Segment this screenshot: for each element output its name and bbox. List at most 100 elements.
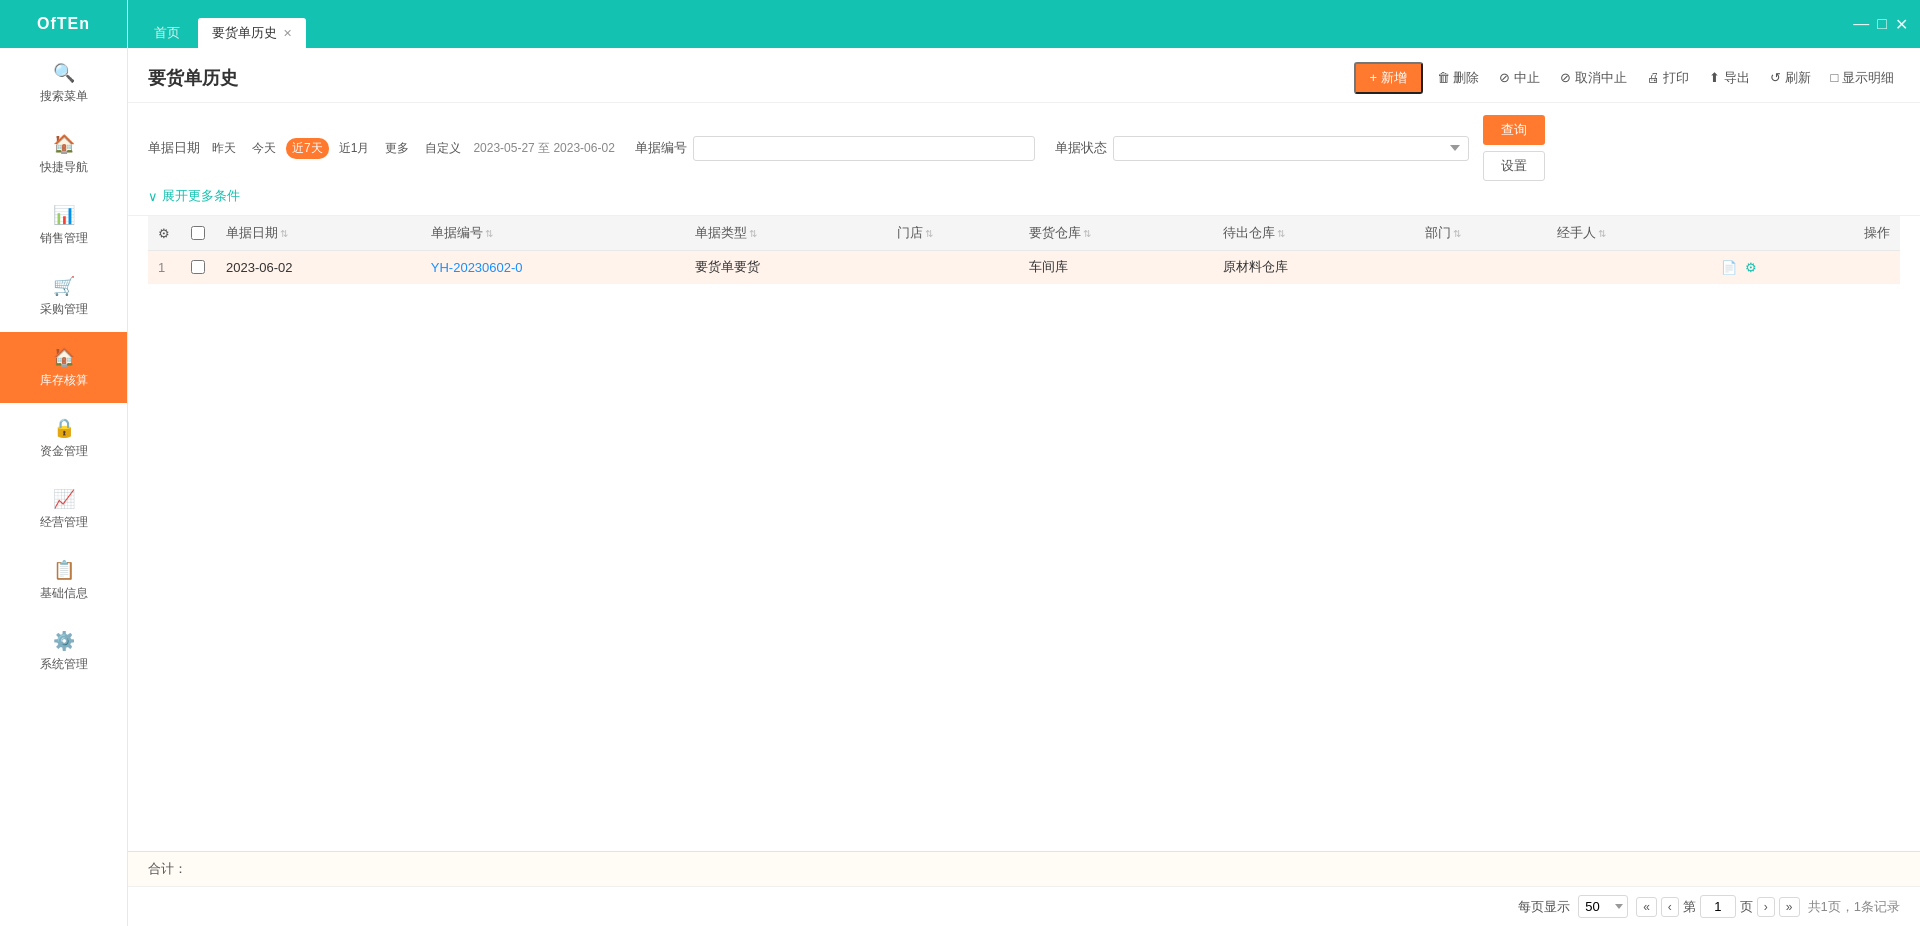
status-filter: 单据状态 [1055,136,1455,161]
doc-number-input[interactable] [693,136,1035,161]
doc-number-filter: 单据编号 [635,136,1035,161]
topnav-tab-0[interactable]: 首页 [140,18,194,48]
purchase-icon: 🛒 [53,275,75,297]
cancel-stop-button[interactable]: ⊘ 取消中止 [1554,65,1633,91]
refresh-button[interactable]: ↺ 刷新 [1764,65,1817,91]
topnav-tab-1[interactable]: 要货单历史✕ [198,18,306,48]
row-more-icon-0[interactable]: ⚙ [1745,260,1757,275]
window-actions: — □ ✕ [1853,15,1908,34]
sidebar-item-finance[interactable]: 🔒 资金管理 [0,403,127,474]
print-button[interactable]: 🖨 打印 [1641,65,1696,91]
query-button[interactable]: 查询 [1483,115,1545,145]
page-input[interactable] [1700,895,1736,918]
date-sort-icon[interactable]: ⇅ [280,228,288,239]
sidebar-item-operations[interactable]: 📈 经营管理 [0,474,127,545]
sidebar-item-system[interactable]: ⚙️ 系统管理 [0,616,127,687]
show-detail-button[interactable]: □ 显示明细 [1825,65,1900,91]
sidebar-item-purchase[interactable]: 🛒 采购管理 [0,261,127,332]
table-area: ⚙ 单据日期⇅ 单据编号⇅ 单据类型⇅ 门店⇅ 要货仓库⇅ 待出仓库⇅ 部门⇅ … [128,216,1920,851]
last-page-btn[interactable]: » [1779,897,1800,917]
th-store-label: 门店 [897,225,923,240]
date-option-4[interactable]: 更多 [379,138,415,159]
settings-gear-icon[interactable]: ⚙ [158,226,170,241]
row-handler-0 [1547,251,1710,284]
sidebar-item-basic-info[interactable]: 📋 基础信息 [0,545,127,616]
th-pending-warehouse: 待出仓库⇅ [1213,216,1414,251]
th-dept: 部门⇅ [1415,216,1548,251]
page-size-select[interactable]: 50 10 20 100 [1578,895,1628,918]
sidebar-label-quick-nav: 快捷导航 [40,159,88,176]
row-edit-icon-0[interactable]: 📄 [1721,260,1737,275]
type-sort-icon[interactable]: ⇅ [749,228,757,239]
settings-button[interactable]: 设置 [1483,151,1545,181]
doc-number-label: 单据编号 [635,139,687,157]
handler-sort-icon[interactable]: ⇅ [1598,228,1606,239]
status-select[interactable] [1113,136,1469,161]
sidebar-label-finance: 资金管理 [40,443,88,460]
table-header-row: ⚙ 单据日期⇅ 单据编号⇅ 单据类型⇅ 门店⇅ 要货仓库⇅ 待出仓库⇅ 部门⇅ … [148,216,1900,251]
quick-nav-icon: 🏠 [53,133,75,155]
number-sort-icon[interactable]: ⇅ [485,228,493,239]
inventory-icon: 🏠 [53,346,75,368]
first-page-btn[interactable]: « [1636,897,1657,917]
row-checkbox-0[interactable] [191,260,205,274]
sidebar-label-sales: 销售管理 [40,230,88,247]
data-table: ⚙ 单据日期⇅ 单据编号⇅ 单据类型⇅ 门店⇅ 要货仓库⇅ 待出仓库⇅ 部门⇅ … [148,216,1900,284]
tab-close-1[interactable]: ✕ [283,27,292,39]
dept-sort-icon[interactable]: ⇅ [1453,228,1461,239]
filter-bar: 单据日期 昨天今天近7天近1月更多自定义 2023-05-27 至 2023-0… [128,103,1920,216]
sidebar-logo: OfTEn [0,0,127,48]
table-row: 1 2023-06-02 YH-20230602-0 要货单要货 车间库 原材料… [148,251,1900,284]
req-warehouse-sort-icon[interactable]: ⇅ [1083,228,1091,239]
date-filter-label: 单据日期 [148,139,200,157]
row-number-link-0[interactable]: YH-20230602-0 [431,260,523,275]
system-icon: ⚙️ [53,630,75,652]
th-number-label: 单据编号 [431,225,483,240]
table-footer: 合计： [128,851,1920,886]
row-req-warehouse-0: 车间库 [1019,251,1213,284]
th-handler: 经手人⇅ [1547,216,1710,251]
sidebar-item-sales[interactable]: 📊 销售管理 [0,190,127,261]
next-page-btn[interactable]: › [1757,897,1775,917]
th-handler-label: 经手人 [1557,225,1596,240]
table-body: 1 2023-06-02 YH-20230602-0 要货单要货 车间库 原材料… [148,251,1900,284]
date-option-0[interactable]: 昨天 [206,138,242,159]
close-btn[interactable]: ✕ [1895,15,1908,34]
sidebar-label-basic-info: 基础信息 [40,585,88,602]
status-label: 单据状态 [1055,139,1107,157]
pending-warehouse-sort-icon[interactable]: ⇅ [1277,228,1285,239]
select-all-checkbox[interactable] [191,226,205,240]
prev-page-btn[interactable]: ‹ [1661,897,1679,917]
store-sort-icon[interactable]: ⇅ [925,228,933,239]
date-option-1[interactable]: 今天 [246,138,282,159]
date-range-text: 2023-05-27 至 2023-06-02 [473,140,614,157]
summary-label: 合计： [148,861,187,876]
date-option-5[interactable]: 自定义 [419,138,467,159]
row-actions-0: 📄 ⚙ [1711,251,1900,284]
th-pending-warehouse-label: 待出仓库 [1223,225,1275,240]
topnav: 首页要货单历史✕ — □ ✕ [128,0,1920,48]
delete-button[interactable]: 🗑 删除 [1431,65,1486,91]
sidebar-label-operations: 经营管理 [40,514,88,531]
maximize-btn[interactable]: □ [1877,15,1887,33]
sidebar-item-inventory[interactable]: 🏠 库存核算 [0,332,127,403]
th-checkbox [180,216,216,251]
minimize-btn[interactable]: — [1853,15,1869,33]
expand-more-btn[interactable]: ∨ 展开更多条件 [148,187,1900,205]
row-number-0: YH-20230602-0 [421,251,686,284]
th-date: 单据日期⇅ [216,216,421,251]
export-button[interactable]: ⬆ 导出 [1703,65,1756,91]
date-filter: 单据日期 昨天今天近7天近1月更多自定义 2023-05-27 至 2023-0… [148,138,615,159]
sidebar-label-inventory: 库存核算 [40,372,88,389]
row-num-0: 1 [148,251,180,284]
date-option-2[interactable]: 近7天 [286,138,329,159]
th-date-label: 单据日期 [226,225,278,240]
sidebar-item-search[interactable]: 🔍 搜索菜单 [0,48,127,119]
sidebar-item-quick-nav[interactable]: 🏠 快捷导航 [0,119,127,190]
page-title: 要货单历史 [148,66,238,90]
basic-info-icon: 📋 [53,559,75,581]
add-button[interactable]: + 新增 [1354,62,1423,94]
stop-button[interactable]: ⊘ 中止 [1493,65,1546,91]
th-number: 单据编号⇅ [421,216,686,251]
date-option-3[interactable]: 近1月 [333,138,376,159]
